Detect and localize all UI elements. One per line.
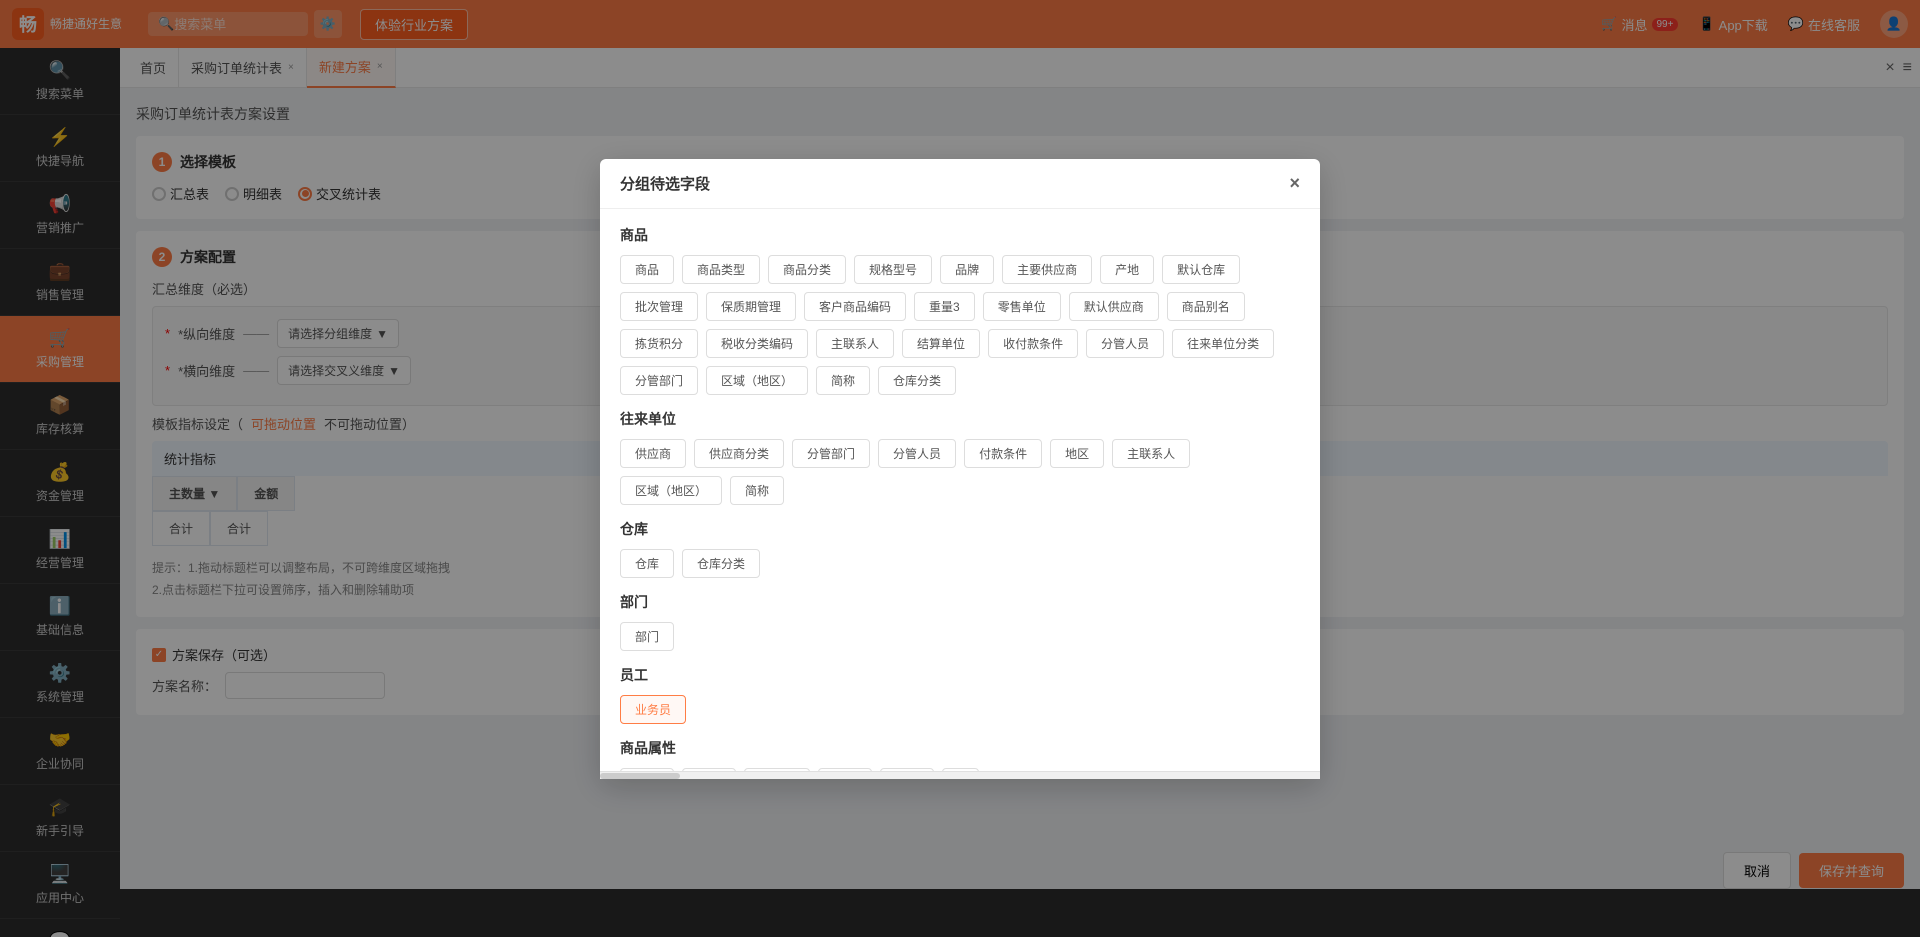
field-tag[interactable]: 商品 (620, 255, 674, 284)
field-tag[interactable]: 拣货积分 (620, 329, 698, 358)
field-tag[interactable]: 分管部门 (620, 366, 698, 395)
field-tag[interactable]: 主要供应商 (1002, 255, 1092, 284)
field-tag[interactable]: 客户商品编码 (804, 292, 906, 321)
field-tag[interactable]: 税收分类编码 (706, 329, 808, 358)
field-tag[interactable]: 仓库分类 (878, 366, 956, 395)
field-tag[interactable]: 分管人员 (878, 439, 956, 468)
field-tag[interactable]: 默认仓库 (1162, 255, 1240, 284)
field-tags-往来单位: 供应商供应商分类分管部门分管人员付款条件地区主联系人区域（地区） 简称 (620, 439, 1300, 505)
field-tag[interactable]: 仓库分类 (682, 549, 760, 578)
field-section-title-部门: 部门 (620, 592, 1300, 612)
dialog-close-icon[interactable]: × (1289, 173, 1300, 194)
field-tags-部门: 部门 (620, 622, 1300, 651)
field-tag[interactable]: 供应商 (620, 439, 686, 468)
field-tag[interactable]: 地区 (1050, 439, 1104, 468)
field-tag[interactable]: 收付款条件 (988, 329, 1078, 358)
field-tag[interactable]: 分管人员 (1086, 329, 1164, 358)
field-tag[interactable]: 付款条件 (964, 439, 1042, 468)
field-tag[interactable]: 品牌 (940, 255, 994, 284)
field-tag[interactable]: 产地 (1100, 255, 1154, 284)
field-tags-商品: 商品商品类型商品分类规格型号品牌主要供应商产地默认仓库批次管理保质期管理客户商品… (620, 255, 1300, 395)
field-tag[interactable]: 仓库 (620, 549, 674, 578)
field-tag[interactable]: 分管部门 (792, 439, 870, 468)
field-tag[interactable]: 主联系人 (816, 329, 894, 358)
field-tag[interactable]: 结算单位 (902, 329, 980, 358)
field-tag[interactable]: 商品类型 (682, 255, 760, 284)
field-section-title-商品: 商品 (620, 225, 1300, 245)
field-tag[interactable]: 主联系人 (1112, 439, 1190, 468)
dialog-hscroll[interactable] (600, 771, 1320, 778)
field-tag[interactable]: 批次管理 (620, 292, 698, 321)
field-tag[interactable]: 规格型号 (854, 255, 932, 284)
field-select-dialog: 分组待选字段 × 商品商品商品类型商品分类规格型号品牌主要供应商产地默认仓库批次… (600, 159, 1320, 779)
field-tag[interactable]: 默认供应商 (1069, 292, 1159, 321)
field-section-title-商品属性: 商品属性 (620, 738, 1300, 758)
field-tag[interactable]: 往来单位分类 (1172, 329, 1274, 358)
field-tag[interactable]: 简称 (730, 476, 784, 505)
field-tag[interactable]: 保质期管理 (706, 292, 796, 321)
field-tag[interactable]: 简称 (816, 366, 870, 395)
field-tag[interactable]: 零售单位 (983, 292, 1061, 321)
field-tag[interactable]: 商品分类 (768, 255, 846, 284)
field-tags-员工: 业务员 (620, 695, 1300, 724)
dialog-title: 分组待选字段 (620, 173, 710, 194)
field-tag[interactable]: 重量3 (914, 292, 975, 321)
field-tag[interactable]: 供应商分类 (694, 439, 784, 468)
dialog-hscroll-thumb (600, 773, 680, 779)
field-section-title-仓库: 仓库 (620, 519, 1300, 539)
field-tags-仓库: 仓库仓库分类 (620, 549, 1300, 578)
field-tag[interactable]: 业务员 (620, 695, 686, 724)
field-tag[interactable]: 区域（地区） (706, 366, 808, 395)
field-section-title-往来单位: 往来单位 (620, 409, 1300, 429)
field-tag[interactable]: 区域（地区） (620, 476, 722, 505)
field-tag[interactable]: 部门 (620, 622, 674, 651)
field-section-title-员工: 员工 (620, 665, 1300, 685)
dialog-header: 分组待选字段 × (600, 159, 1320, 209)
field-tag[interactable]: 商品别名 (1167, 292, 1245, 321)
dialog-body: 商品商品商品类型商品分类规格型号品牌主要供应商产地默认仓库批次管理保质期管理客户… (600, 209, 1320, 772)
